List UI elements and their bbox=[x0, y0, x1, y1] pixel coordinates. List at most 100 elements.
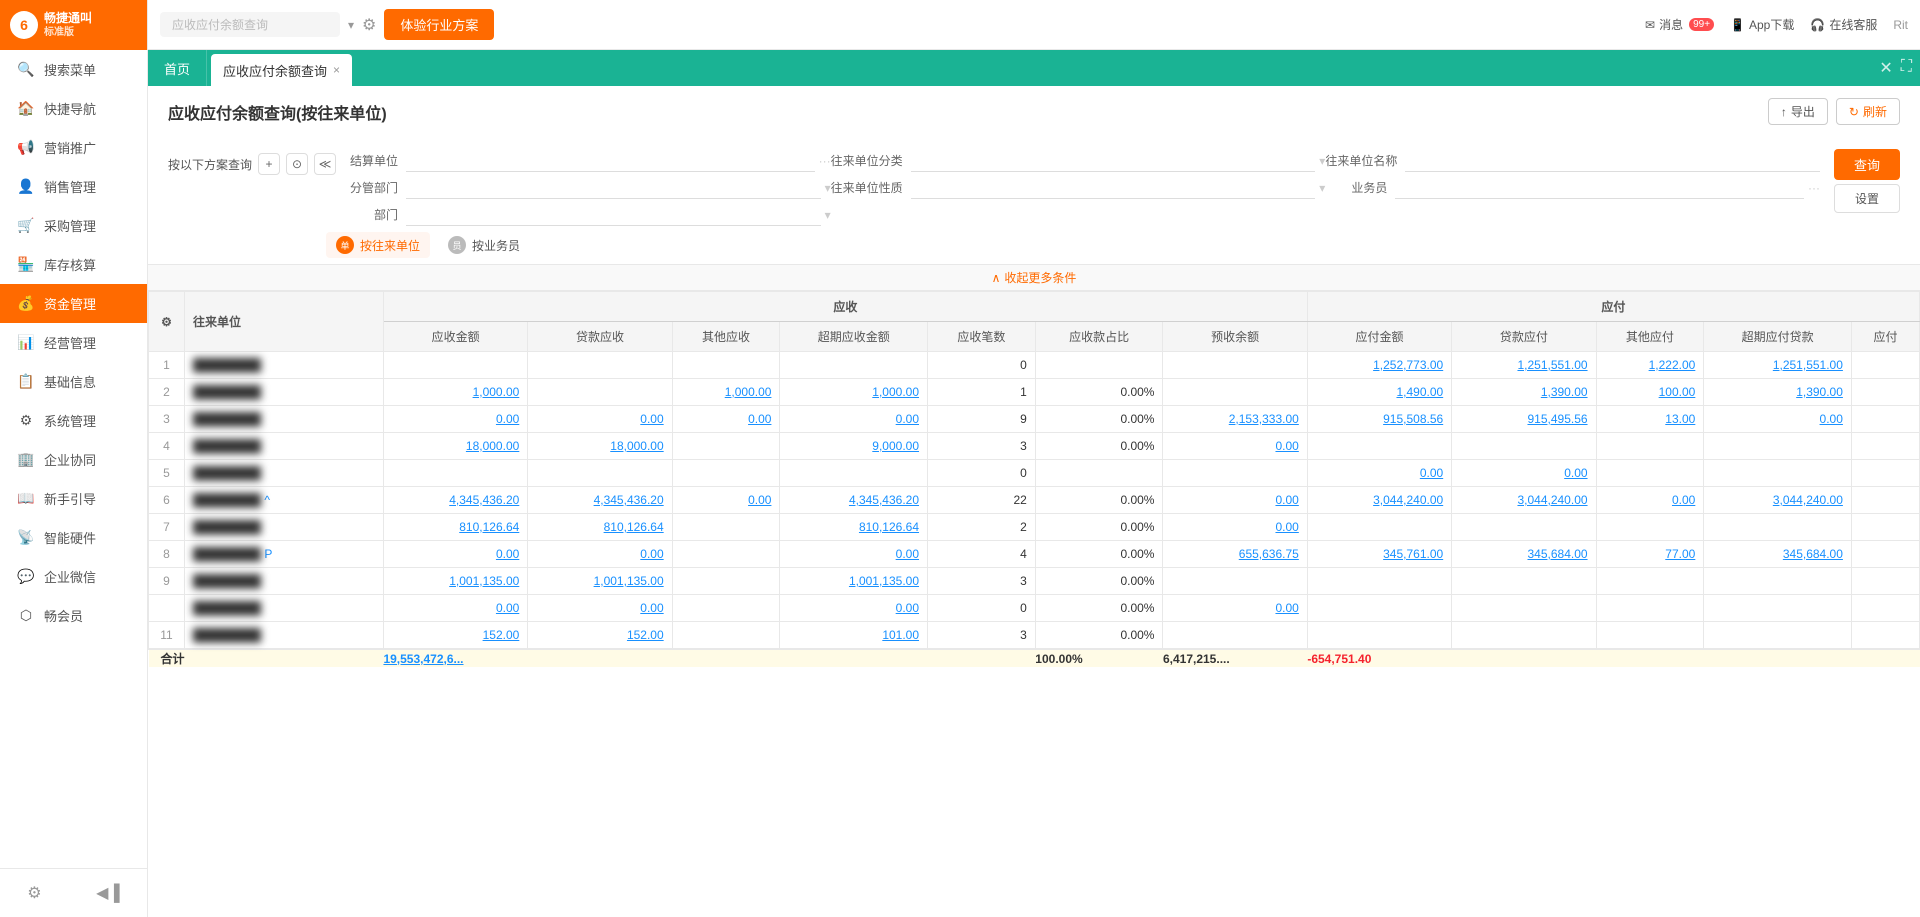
filter-partner-nature-label: 往来单位性质 bbox=[831, 179, 911, 196]
sidebar-item-enterprise[interactable]: 🏢 企业协同 bbox=[0, 440, 147, 479]
sidebar-item-marketing[interactable]: 📢 营销推广 bbox=[0, 128, 147, 167]
total-ap-amount: -654,751.40 bbox=[1307, 649, 1451, 667]
table-container[interactable]: ⚙ 往来单位 应收 应付 应收金额 贷款应收 其他应收 超期应收金额 应收笔数 … bbox=[148, 291, 1920, 917]
table-row: 7████████810,126.64810,126.64810,126.642… bbox=[149, 514, 1920, 541]
sidebar-item-search-menu[interactable]: 🔍 搜索菜单 bbox=[0, 50, 147, 89]
scheme-by-unit[interactable]: 单 按往来单位 bbox=[326, 232, 430, 258]
guide-icon: 📖 bbox=[16, 490, 36, 507]
sidebar-item-purchase[interactable]: 🛒 采购管理 bbox=[0, 206, 147, 245]
sidebar-menu: 🔍 搜索菜单 🏠 快捷导航 📢 营销推广 👤 销售管理 🛒 采购管理 🏪 库存核… bbox=[0, 50, 147, 868]
collapse-row[interactable]: ∧ 收起更多条件 bbox=[148, 264, 1920, 290]
sidebar-item-quick-nav[interactable]: 🏠 快捷导航 bbox=[0, 89, 147, 128]
trial-button[interactable]: 体验行业方案 bbox=[384, 9, 494, 40]
filter-partner-category-input[interactable] bbox=[911, 149, 1316, 172]
sidebar-item-basic-info[interactable]: 📋 基础信息 bbox=[0, 362, 147, 401]
total-label: 合计 bbox=[149, 649, 384, 667]
sidebar-item-finance[interactable]: 💰 资金管理 bbox=[0, 284, 147, 323]
filter-division: 部门 ▾ bbox=[336, 203, 831, 226]
table-row: 8████████ P0.000.000.0040.00%655,636.753… bbox=[149, 541, 1920, 568]
col-ap-other: 其他应付 bbox=[1596, 322, 1704, 352]
filter-salesperson-label: 业务员 bbox=[1325, 179, 1395, 196]
target-filter-btn[interactable]: ⊙ bbox=[286, 153, 308, 175]
app-name: 畅捷通叫 标准版 bbox=[44, 11, 92, 40]
message-action[interactable]: ✉ 消息 99+ bbox=[1645, 16, 1714, 33]
collapse-filter-btn[interactable]: ≪ bbox=[314, 153, 336, 175]
col-ar-overdue: 超期应收金额 bbox=[780, 322, 928, 352]
tab-bar-right: ✕ ⛶ bbox=[1879, 58, 1912, 78]
sidebar-settings-btn[interactable]: ⚙ bbox=[19, 879, 49, 907]
col-ap-loan: 贷款应付 bbox=[1452, 322, 1596, 352]
sidebar-item-guide[interactable]: 📖 新手引导 bbox=[0, 479, 147, 518]
topbar-actions: ✉ 消息 99+ 📱 App下载 🎧 在线客服 Rit bbox=[1645, 16, 1908, 33]
scheme-by-unit-icon: 单 bbox=[336, 236, 354, 254]
chevron-up-icon: ∧ bbox=[992, 271, 1001, 285]
total-ar-ratio: 100.00% bbox=[1035, 649, 1163, 667]
total-ap-last bbox=[1851, 649, 1919, 667]
filter-dept-input[interactable] bbox=[406, 176, 821, 199]
sidebar-item-member[interactable]: ⬡ 畅会员 bbox=[0, 596, 147, 635]
filter-salesperson-input[interactable] bbox=[1395, 176, 1804, 199]
filter-dept: 分管部门 ▾ bbox=[336, 176, 831, 199]
sidebar-item-business[interactable]: 📊 经营管理 bbox=[0, 323, 147, 362]
business-icon: 📊 bbox=[16, 334, 36, 351]
scheme-by-staff[interactable]: 员 按业务员 bbox=[438, 232, 530, 258]
filter-settlement-input[interactable] bbox=[406, 149, 815, 172]
sidebar-bottom: ⚙ ◀▐ bbox=[0, 868, 147, 917]
total-ap-other bbox=[1596, 649, 1704, 667]
filter-dept-label: 分管部门 bbox=[336, 179, 406, 196]
tab-home[interactable]: 首页 bbox=[148, 50, 207, 86]
table-row: 6████████ ^4,345,436.204,345,436.200.004… bbox=[149, 487, 1920, 514]
col-ar-prepaid: 预收余额 bbox=[1163, 322, 1307, 352]
filter-settlement-unit: 结算单位 ··· bbox=[336, 149, 831, 172]
sidebar-item-wechat[interactable]: 💬 企业微信 bbox=[0, 557, 147, 596]
total-ap-loan bbox=[1452, 649, 1596, 667]
finance-icon: 💰 bbox=[16, 295, 36, 312]
filter-division-chevron-icon[interactable]: ▾ bbox=[825, 208, 831, 222]
sidebar-item-inventory[interactable]: 🏪 库存核算 bbox=[0, 245, 147, 284]
refresh-button[interactable]: ↻ 刷新 bbox=[1836, 98, 1900, 125]
filter-partner-name-input[interactable] bbox=[1405, 149, 1820, 172]
sidebar-collapse-btn[interactable]: ◀▐ bbox=[88, 879, 128, 907]
table-settings-icon[interactable]: ⚙ bbox=[149, 292, 185, 352]
breadcrumb-chevron-icon[interactable]: ▾ bbox=[348, 18, 354, 32]
table-row: 1████████01,252,773.001,251,551.001,222.… bbox=[149, 352, 1920, 379]
col-ap-amount: 应付金额 bbox=[1307, 322, 1451, 352]
filter-partner-category-label: 往来单位分类 bbox=[831, 152, 911, 169]
filter-division-input[interactable] bbox=[406, 203, 821, 226]
sidebar-item-system[interactable]: ⚙ 系统管理 bbox=[0, 401, 147, 440]
filter-salesperson: 业务员 ··· bbox=[1325, 176, 1820, 199]
filter-settlement-suffix-icon[interactable]: ··· bbox=[819, 154, 831, 168]
col-ar-loan: 贷款应收 bbox=[528, 322, 672, 352]
online-service-action[interactable]: 🎧 在线客服 bbox=[1810, 16, 1877, 33]
sales-icon: 👤 bbox=[16, 178, 36, 195]
settings-button[interactable]: 设置 bbox=[1834, 184, 1900, 213]
add-filter-btn[interactable]: + bbox=[258, 153, 280, 175]
topbar: 应收应付余额查询 ▾ ⚙ 体验行业方案 ✉ 消息 99+ 📱 App下载 🎧 在… bbox=[148, 0, 1920, 50]
search-menu-icon: 🔍 bbox=[16, 61, 36, 78]
page-actions: ↑ 导出 ↻ 刷新 bbox=[1768, 98, 1900, 125]
total-ar-amount: 19,553,472,6... bbox=[383, 649, 527, 667]
app-download-action[interactable]: 📱 App下载 bbox=[1730, 16, 1794, 33]
filter-salesperson-suffix-icon[interactable]: ··· bbox=[1808, 181, 1820, 195]
sidebar-item-sales[interactable]: 👤 销售管理 bbox=[0, 167, 147, 206]
col-ar-count: 应收笔数 bbox=[928, 322, 1036, 352]
total-ar-count bbox=[928, 649, 1036, 667]
user-avatar[interactable]: Rit bbox=[1893, 18, 1908, 32]
table-row: 5████████00.000.00 bbox=[149, 460, 1920, 487]
sidebar-item-smart-hw[interactable]: 📡 智能硬件 bbox=[0, 518, 147, 557]
query-button[interactable]: 查询 bbox=[1834, 149, 1900, 180]
filter-partner-nature-input[interactable] bbox=[911, 176, 1316, 199]
topbar-breadcrumb: 应收应付余额查询 bbox=[160, 12, 340, 37]
topbar-gear-icon[interactable]: ⚙ bbox=[362, 15, 376, 35]
tab-close-window-icon[interactable]: ✕ bbox=[1879, 58, 1892, 78]
app-download-icon: 📱 bbox=[1730, 18, 1745, 32]
filter-partner-name: 往来单位名称 bbox=[1325, 149, 1820, 172]
filter-scheme-label: 按以下方案查询 bbox=[168, 156, 252, 173]
export-button[interactable]: ↑ 导出 bbox=[1768, 98, 1828, 125]
tab-close-icon[interactable]: × bbox=[333, 63, 340, 77]
member-icon: ⬡ bbox=[16, 607, 36, 624]
export-icon: ↑ bbox=[1781, 105, 1787, 119]
tab-fullscreen-icon[interactable]: ⛶ bbox=[1901, 58, 1912, 78]
filter-partner-category: 往来单位分类 ▾ bbox=[831, 149, 1326, 172]
tab-ar-ap[interactable]: 应收应付余额查询 × bbox=[211, 54, 352, 86]
